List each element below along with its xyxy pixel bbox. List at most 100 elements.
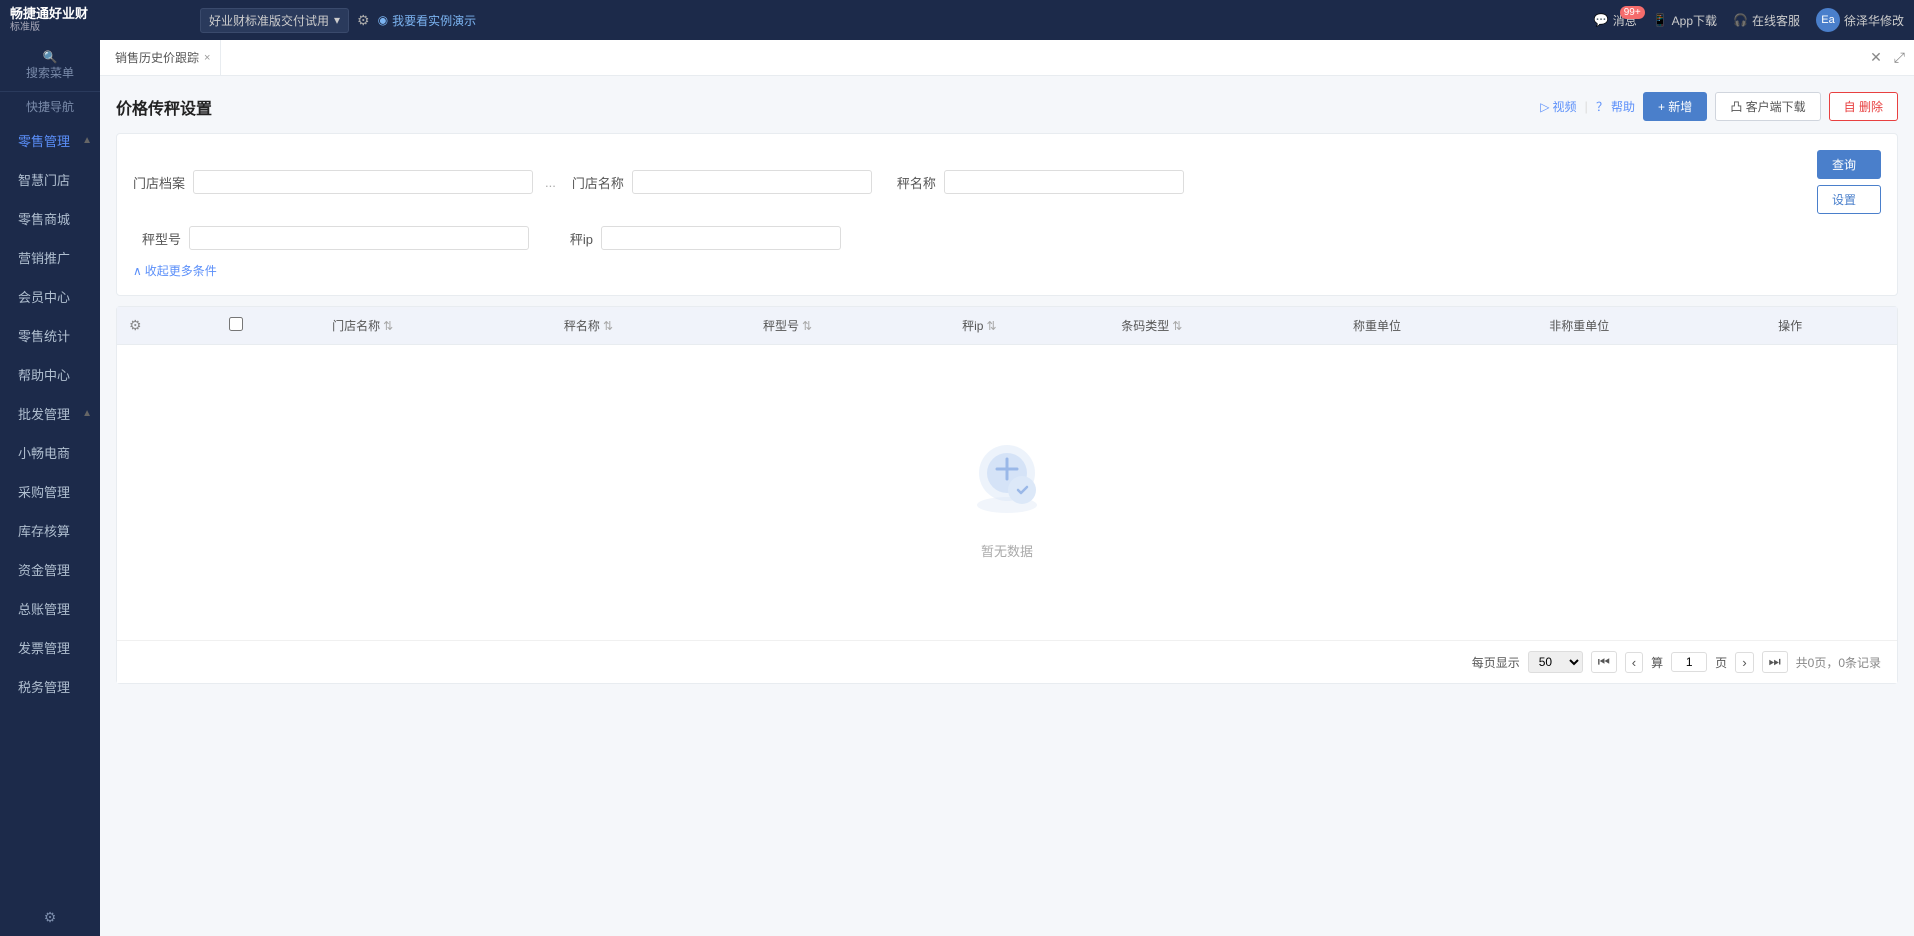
sort-icon-store-name[interactable]: ⇅ <box>383 319 393 333</box>
sidebar-item-marketing[interactable]: 营销推广 <box>0 238 100 277</box>
help-link[interactable]: ？ 帮助 <box>1596 98 1635 115</box>
data-table: ⚙ 门店名称⇅ 秤名称⇅ 秤型号⇅ 秤ip⇅ 条码类型⇅ 称重单位 非称重单位 <box>117 307 1897 345</box>
video-link[interactable]: ▷ 视频 <box>1540 98 1576 115</box>
sidebar-quicknav[interactable]: 快捷导航 <box>0 92 100 121</box>
next-page-btn[interactable]: › <box>1735 652 1753 673</box>
table-header-row: ⚙ 门店名称⇅ 秤名称⇅ 秤型号⇅ 秤ip⇅ 条码类型⇅ 称重单位 非称重单位 <box>117 307 1897 345</box>
sidebar-item-smart-store[interactable]: 智慧门店 <box>0 160 100 199</box>
page-title: 价格传秤设置 <box>116 95 212 119</box>
col-gear-icon[interactable]: ⚙ <box>129 317 142 333</box>
arrow-icon: ▲ <box>82 135 92 146</box>
add-btn[interactable]: + 新增 <box>1643 92 1707 121</box>
tab-close-sale-history[interactable]: × <box>204 52 210 64</box>
filter-row-1: 门店档案 ... 门店名称 秤名称 查询 <box>133 150 1881 214</box>
sidebar-item-label-member: 会员中心 <box>18 287 70 306</box>
sidebar-search[interactable]: 🔍 搜索菜单 <box>0 40 100 92</box>
table-card: ⚙ 门店名称⇅ 秤名称⇅ 秤型号⇅ 秤ip⇅ 条码类型⇅ 称重单位 非称重单位 <box>116 306 1898 684</box>
message-btn[interactable]: 💬 消息 99+ <box>1594 12 1637 29</box>
scale-ip-input[interactable] <box>601 226 841 250</box>
empty-state: 暂无数据 <box>117 345 1897 640</box>
col-barcode-type: 条码类型⇅ <box>1109 307 1341 345</box>
sidebar-item-invoice[interactable]: 发票管理 <box>0 628 100 667</box>
tabs-controls: ✕ ⤢ <box>1866 45 1909 70</box>
sidebar-item-label-marketing: 营销推广 <box>18 248 70 267</box>
delete-btn[interactable]: 自 删除 <box>1829 92 1898 121</box>
sort-icon-barcode-type[interactable]: ⇅ <box>1172 319 1182 333</box>
sidebar-item-general-ledger[interactable]: 总账管理 <box>0 589 100 628</box>
page-size-select[interactable]: 50 10 20 100 <box>1528 651 1583 673</box>
app-logo: 畅捷通好业财 标准版 <box>10 6 88 34</box>
user-profile-btn[interactable]: Ea 徐泽华修改 <box>1816 8 1904 32</box>
sort-icon-scale-model[interactable]: ⇅ <box>802 319 812 333</box>
sidebar-item-label-smart-store: 智慧门店 <box>18 170 70 189</box>
download-btn[interactable]: 凸 客户端下载 <box>1715 92 1820 121</box>
sidebar-item-xc-ecom[interactable]: 小畅电商 <box>0 433 100 472</box>
empty-text: 暂无数据 <box>981 541 1033 560</box>
sidebar-item-retail-mall[interactable]: 零售商城 <box>0 199 100 238</box>
sort-icon-scale-ip[interactable]: ⇅ <box>986 319 996 333</box>
page-content: 价格传秤设置 ▷ 视频 | ？ 帮助 + 新增 凸 客户端下载 自 <box>100 76 1914 936</box>
tabs-bar: 首页商品价格设置×进价策略设置×售价提取设置×采购历史价跟踪×销售历史价跟踪×门… <box>100 40 1914 76</box>
filter-card: 门店档案 ... 门店名称 秤名称 查询 <box>116 133 1898 296</box>
filter-scale-name: 秤名称 <box>888 170 1184 194</box>
sidebar-item-label-tax: 税务管理 <box>18 677 70 696</box>
query-btn[interactable]: 查询 <box>1817 150 1881 179</box>
play-icon: ◉ <box>378 13 388 27</box>
sidebar-bottom-settings[interactable]: ⚙ <box>0 899 100 936</box>
sidebar-item-tax[interactable]: 税务管理 <box>0 667 100 706</box>
scale-model-input[interactable] <box>189 226 529 250</box>
col-settings: ⚙ <box>117 307 217 345</box>
filter-store-file: 门店档案 ... <box>133 170 556 194</box>
version-select[interactable]: 好业财标准版交付试用 ▾ <box>200 8 349 33</box>
chevron-up-icon: ∧ <box>133 264 142 278</box>
store-name-input[interactable] <box>632 170 872 194</box>
message-icon: 💬 <box>1594 13 1609 27</box>
sidebar-item-finance[interactable]: 资金管理 <box>0 550 100 589</box>
settings-btn[interactable]: 设置 <box>1817 185 1881 214</box>
tab-expand-btn[interactable]: ⤢ <box>1890 45 1909 70</box>
page-input[interactable] <box>1671 652 1707 672</box>
store-file-dots[interactable]: ... <box>545 175 556 190</box>
sidebar-item-label-general-ledger: 总账管理 <box>18 599 70 618</box>
sidebar-item-label-invoice: 发票管理 <box>18 638 70 657</box>
sort-icon-scale-name[interactable]: ⇅ <box>603 319 613 333</box>
demo-link[interactable]: ◉ 我要看实例演示 <box>378 12 477 29</box>
col-weight-unit: 称重单位 <box>1341 307 1537 345</box>
sidebar-item-retail-stat[interactable]: 零售统计 <box>0 316 100 355</box>
online-service-btn[interactable]: 🎧 在线客服 <box>1733 12 1800 29</box>
sidebar-item-member[interactable]: 会员中心 <box>0 277 100 316</box>
tab-sale-history[interactable]: 销售历史价跟踪× <box>105 40 221 76</box>
col-scale-name: 秤名称⇅ <box>552 307 751 345</box>
sidebar: 🔍 搜索菜单 快捷导航 零售管理 ▲ 智慧门店零售商城营销推广会员中心零售统计帮助中… <box>0 40 100 936</box>
table-wrapper: ⚙ 门店名称⇅ 秤名称⇅ 秤型号⇅ 秤ip⇅ 条码类型⇅ 称重单位 非称重单位 <box>117 307 1897 345</box>
question-icon: ？ <box>1596 98 1608 115</box>
sidebar-item-label-retail: 零售管理 <box>18 131 70 150</box>
app-download-btn[interactable]: 📱 App下载 <box>1653 12 1717 29</box>
sidebar-item-help[interactable]: 帮助中心 <box>0 355 100 394</box>
scale-name-input[interactable] <box>944 170 1184 194</box>
top-bar-left: 畅捷通好业财 标准版 <box>10 6 190 34</box>
content-area: 🔍 搜索菜单 快捷导航 零售管理 ▲ 智慧门店零售商城营销推广会员中心零售统计帮助中… <box>0 40 1914 936</box>
sidebar-item-label-purchase: 采购管理 <box>18 482 70 501</box>
store-file-input[interactable] <box>193 170 533 194</box>
tab-close-all-btn[interactable]: ✕ <box>1866 45 1886 70</box>
last-page-btn[interactable]: ⏭ <box>1762 651 1788 673</box>
sidebar-item-purchase[interactable]: 采购管理 <box>0 472 100 511</box>
col-scale-model: 秤型号⇅ <box>751 307 950 345</box>
chevron-down-icon: ▾ <box>334 13 340 27</box>
first-page-btn[interactable]: ⏮ <box>1591 651 1617 673</box>
sidebar-item-retail[interactable]: 零售管理 ▲ <box>0 121 100 160</box>
topbar-settings-icon[interactable]: ⚙ <box>357 12 370 29</box>
select-all-checkbox[interactable] <box>229 317 243 331</box>
sidebar-item-label-wholesale: 批发管理 <box>18 404 70 423</box>
page-actions: ▷ 视频 | ？ 帮助 + 新增 凸 客户端下载 自 删除 <box>1540 92 1898 121</box>
sidebar-item-inventory[interactable]: 库存核算 <box>0 511 100 550</box>
main-panel: 首页商品价格设置×进价策略设置×售价提取设置×采购历史价跟踪×销售历史价跟踪×门… <box>100 40 1914 936</box>
prev-page-btn[interactable]: ‹ <box>1625 652 1643 673</box>
sidebar-item-wholesale[interactable]: 批发管理▲ <box>0 394 100 433</box>
gear-icon: ⚙ <box>44 909 57 925</box>
filter-store-name: 门店名称 <box>572 170 872 194</box>
tabs-container: 首页商品价格设置×进价策略设置×售价提取设置×采购历史价跟踪×销售历史价跟踪×门… <box>105 40 221 76</box>
collapse-btn[interactable]: ∧ 收起更多条件 <box>133 262 1881 279</box>
sidebar-item-label-finance: 资金管理 <box>18 560 70 579</box>
